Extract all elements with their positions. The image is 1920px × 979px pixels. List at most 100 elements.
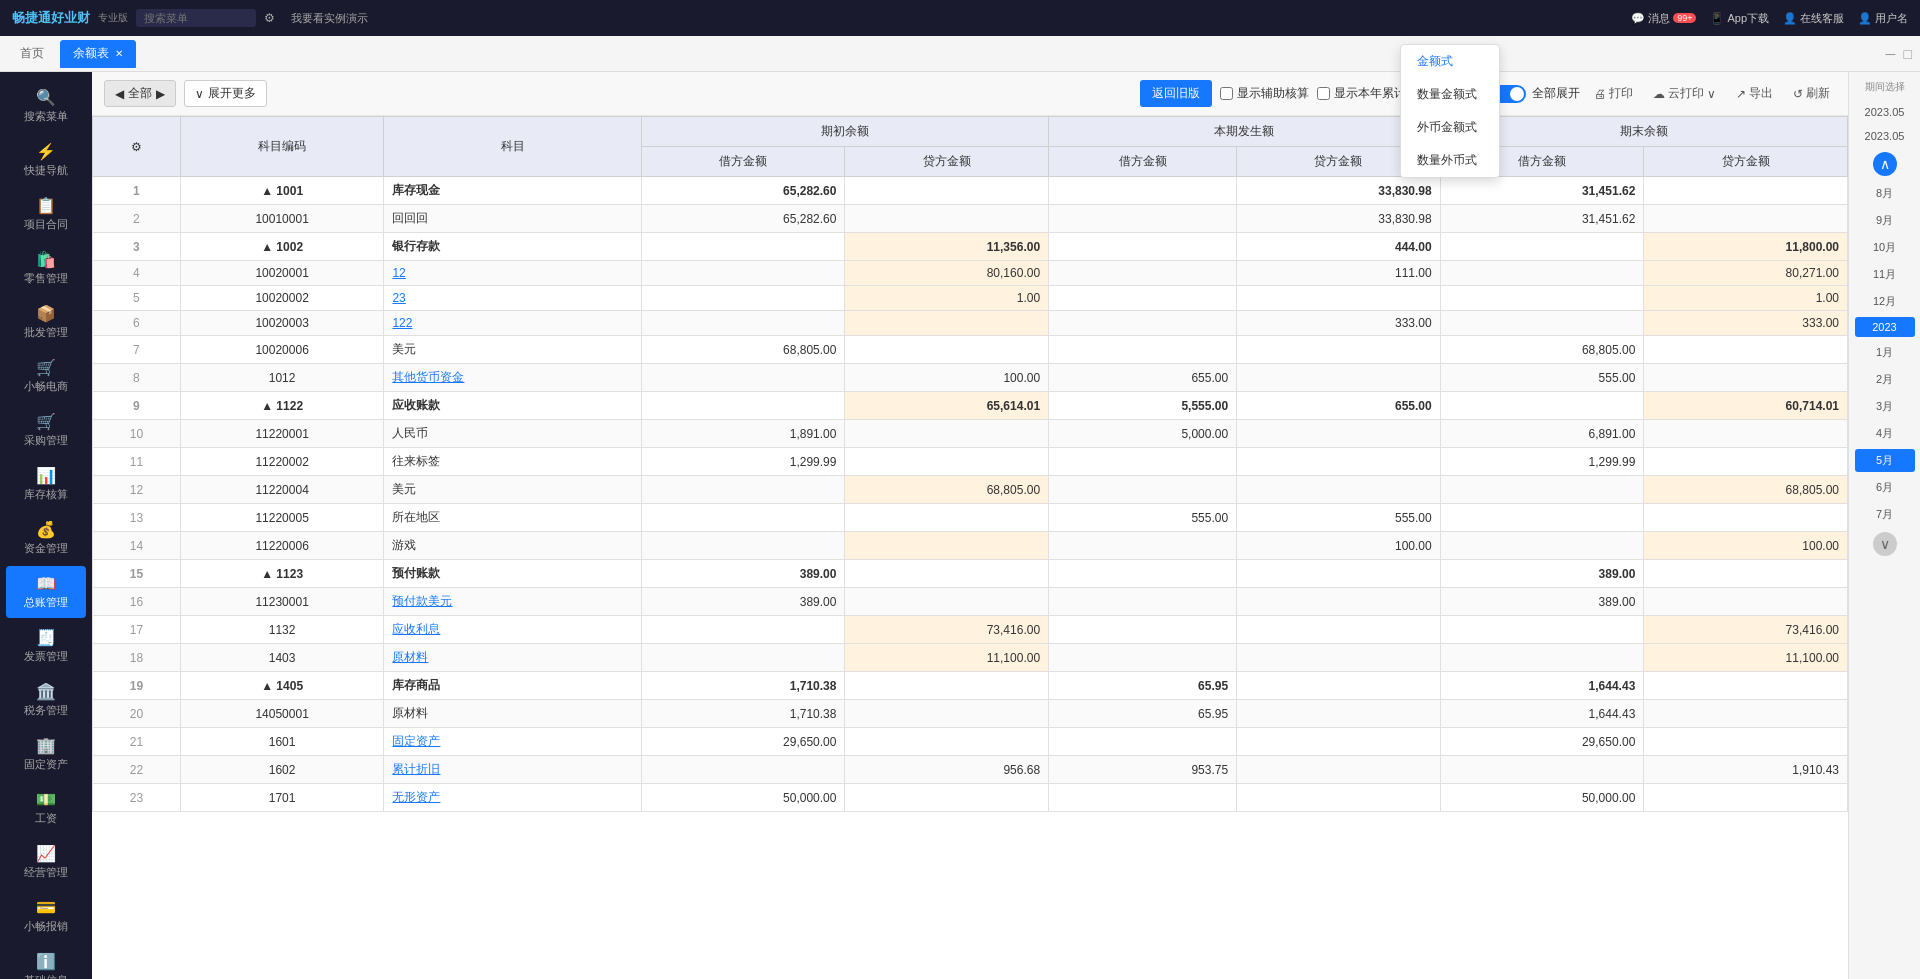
account-name-link[interactable]: 23 bbox=[392, 291, 405, 305]
period-5[interactable]: 5月 bbox=[1855, 449, 1915, 472]
dropdown-item-qty-amount[interactable]: 数量金额式 bbox=[1401, 78, 1499, 111]
go-back-btn[interactable]: 返回旧版 bbox=[1140, 80, 1212, 107]
maximize-icon[interactable]: □ bbox=[1904, 46, 1912, 62]
period-down-btn[interactable]: ∨ bbox=[1873, 532, 1897, 556]
account-name[interactable]: 预付款美元 bbox=[384, 588, 641, 616]
period-2023-05-1[interactable]: 2023.05 bbox=[1855, 102, 1915, 122]
period-7[interactable]: 7月 bbox=[1855, 503, 1915, 526]
aux-check-input[interactable] bbox=[1220, 87, 1233, 100]
aux-check-label: 显示辅助核算 bbox=[1237, 85, 1309, 102]
account-name[interactable]: 12 bbox=[384, 261, 641, 286]
sidebar-item-invoice[interactable]: 🧾 发票管理 bbox=[6, 620, 86, 672]
export-btn[interactable]: ↗ 导出 bbox=[1730, 81, 1779, 106]
search-input[interactable] bbox=[136, 9, 256, 27]
closing-credit bbox=[1644, 588, 1848, 616]
account-name[interactable]: 应收利息 bbox=[384, 616, 641, 644]
quick-nav-icon: ⚡ bbox=[10, 142, 82, 161]
account-name-link[interactable]: 预付款美元 bbox=[392, 594, 452, 608]
period-8[interactable]: 8月 bbox=[1855, 182, 1915, 205]
settings-header[interactable]: ⚙ bbox=[93, 117, 181, 177]
message-btn[interactable]: 💬 消息 99+ bbox=[1631, 11, 1696, 26]
aux-check-group: 显示辅助核算 bbox=[1220, 85, 1309, 102]
expand-btn[interactable]: ∨ 展开更多 bbox=[184, 80, 267, 107]
minimize-icon[interactable]: ─ bbox=[1886, 46, 1896, 62]
account-name[interactable]: 固定资产 bbox=[384, 728, 641, 756]
account-name-link[interactable]: 固定资产 bbox=[392, 734, 440, 748]
period-6[interactable]: 6月 bbox=[1855, 476, 1915, 499]
user-btn[interactable]: 👤 用户名 bbox=[1858, 11, 1908, 26]
all-filter-btn[interactable]: ◀ 全部 ▶ bbox=[104, 80, 176, 107]
opening-credit bbox=[845, 560, 1049, 588]
code-header: 科目编码 bbox=[180, 117, 384, 177]
sidebar-item-assets[interactable]: 🏢 固定资产 bbox=[6, 728, 86, 780]
closing-credit: 68,805.00 bbox=[1644, 476, 1848, 504]
account-name-link[interactable]: 累计折旧 bbox=[392, 762, 440, 776]
account-name[interactable]: 23 bbox=[384, 286, 641, 311]
all-expand-toggle[interactable]: 全部展开 bbox=[1490, 85, 1580, 103]
avatar: 👤 bbox=[1858, 12, 1872, 25]
account-name-link[interactable]: 应收利息 bbox=[392, 622, 440, 636]
tab-close-icon[interactable]: ✕ bbox=[115, 48, 123, 59]
sidebar-item-wholesale[interactable]: 📦 批发管理 bbox=[6, 296, 86, 348]
sidebar-item-search[interactable]: 🔍 搜索菜单 bbox=[6, 80, 86, 132]
account-name-link[interactable]: 122 bbox=[392, 316, 412, 330]
dropdown-item-qty-foreign[interactable]: 数量外币式 bbox=[1401, 144, 1499, 177]
closing-credit: 333.00 bbox=[1644, 311, 1848, 336]
download-icon: 📱 bbox=[1710, 12, 1724, 25]
top-bar-left: 畅捷通好业财 专业版 ⚙ 我要看实例演示 bbox=[12, 9, 368, 27]
account-name[interactable]: 原材料 bbox=[384, 644, 641, 672]
sidebar-item-ledger[interactable]: 📖 总账管理 bbox=[6, 566, 86, 618]
account-name-text: 美元 bbox=[392, 342, 416, 356]
dropdown-item-foreign-amount[interactable]: 外币金额式 bbox=[1401, 111, 1499, 144]
opening-credit bbox=[845, 420, 1049, 448]
sidebar-item-basic-info[interactable]: ℹ️ 基础信息 bbox=[6, 944, 86, 979]
cloud-print-btn[interactable]: ☁ 云打印 ∨ bbox=[1647, 81, 1722, 106]
account-name[interactable]: 其他货币资金 bbox=[384, 364, 641, 392]
sidebar-item-tax[interactable]: 🏛️ 税务管理 bbox=[6, 674, 86, 726]
sidebar-item-retail[interactable]: 🛍️ 零售管理 bbox=[6, 242, 86, 294]
account-code: 11220005 bbox=[180, 504, 384, 532]
tab-balance-sheet[interactable]: 余额表 ✕ bbox=[60, 40, 136, 68]
period-4[interactable]: 4月 bbox=[1855, 422, 1915, 445]
sidebar-item-quick-nav[interactable]: ⚡ 快捷导航 bbox=[6, 134, 86, 186]
closing-debit bbox=[1440, 532, 1644, 560]
account-name-link[interactable]: 12 bbox=[392, 266, 405, 280]
period-2023-05-2[interactable]: 2023.05 bbox=[1855, 126, 1915, 146]
app-download-btn[interactable]: 📱 App下载 bbox=[1710, 11, 1769, 26]
account-name-link[interactable]: 其他货币资金 bbox=[392, 370, 464, 384]
year-total-input[interactable] bbox=[1317, 87, 1330, 100]
sidebar-item-inventory[interactable]: 📊 库存核算 bbox=[6, 458, 86, 510]
sidebar-item-purchase[interactable]: 🛒 采购管理 bbox=[6, 404, 86, 456]
period-2023[interactable]: 2023 bbox=[1855, 317, 1915, 337]
online-service-btn[interactable]: 👤 在线客服 bbox=[1783, 11, 1844, 26]
sidebar-item-project[interactable]: 📋 项目合同 bbox=[6, 188, 86, 240]
sidebar-item-management[interactable]: 📈 经营管理 bbox=[6, 836, 86, 888]
purchase-icon: 🛒 bbox=[10, 412, 82, 431]
sidebar-item-ecommerce[interactable]: 🛒 小畅电商 bbox=[6, 350, 86, 402]
assets-icon: 🏢 bbox=[10, 736, 82, 755]
account-name-link[interactable]: 无形资产 bbox=[392, 790, 440, 804]
account-name-link[interactable]: 原材料 bbox=[392, 650, 428, 664]
account-name[interactable]: 累计折旧 bbox=[384, 756, 641, 784]
sidebar-item-finance[interactable]: 💰 资金管理 bbox=[6, 512, 86, 564]
tabs-bar-right: ─ □ bbox=[1886, 46, 1912, 62]
period-12[interactable]: 12月 bbox=[1855, 290, 1915, 313]
demo-link[interactable]: 我要看实例演示 bbox=[291, 11, 368, 26]
table-settings-icon[interactable]: ⚙ bbox=[131, 140, 142, 154]
period-10[interactable]: 10月 bbox=[1855, 236, 1915, 259]
sidebar-item-salary[interactable]: 💵 工资 bbox=[6, 782, 86, 834]
period-up-btn[interactable]: ∧ bbox=[1873, 152, 1897, 176]
current-debit bbox=[1049, 588, 1237, 616]
tab-home[interactable]: 首页 bbox=[8, 40, 56, 68]
period-2[interactable]: 2月 bbox=[1855, 368, 1915, 391]
account-name[interactable]: 无形资产 bbox=[384, 784, 641, 812]
sidebar-item-expense[interactable]: 💳 小畅报销 bbox=[6, 890, 86, 942]
settings-icon[interactable]: ⚙ bbox=[264, 11, 275, 25]
period-11[interactable]: 11月 bbox=[1855, 263, 1915, 286]
period-9[interactable]: 9月 bbox=[1855, 209, 1915, 232]
account-name[interactable]: 122 bbox=[384, 311, 641, 336]
period-3[interactable]: 3月 bbox=[1855, 395, 1915, 418]
period-1[interactable]: 1月 bbox=[1855, 341, 1915, 364]
refresh-btn[interactable]: ↺ 刷新 bbox=[1787, 81, 1836, 106]
print-btn[interactable]: 🖨 打印 bbox=[1588, 81, 1639, 106]
